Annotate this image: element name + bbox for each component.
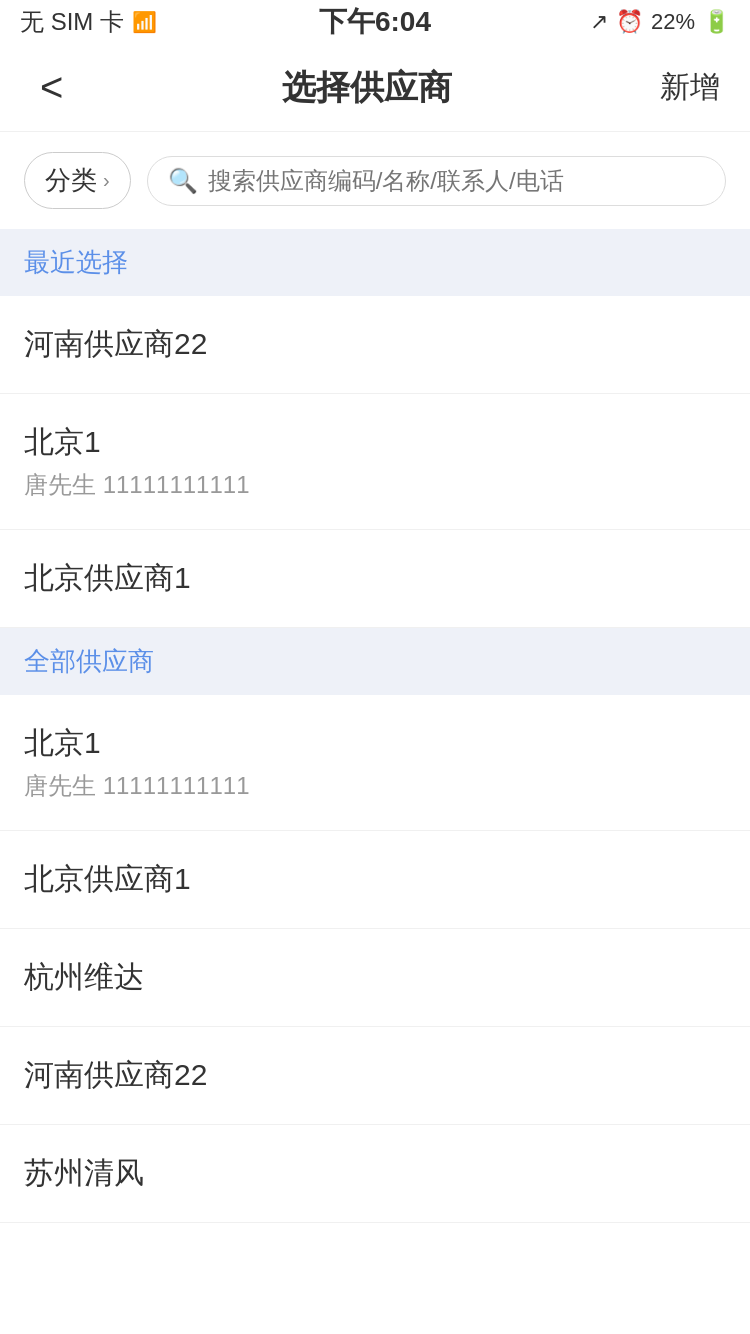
category-button[interactable]: 分类 › bbox=[24, 152, 131, 209]
list-item[interactable]: 杭州维达 bbox=[0, 929, 750, 1027]
all-section-header: 全部供应商 bbox=[0, 628, 750, 695]
item-detail: 唐先生 11111111111 bbox=[24, 770, 726, 802]
status-left: 无 SIM 卡 📶 bbox=[20, 6, 157, 38]
item-name: 北京1 bbox=[24, 723, 726, 764]
wifi-icon: 📶 bbox=[132, 10, 157, 34]
list-item[interactable]: 北京供应商1 bbox=[0, 831, 750, 929]
item-name: 北京1 bbox=[24, 422, 726, 463]
back-icon: < bbox=[40, 65, 63, 109]
add-button[interactable]: 新增 bbox=[660, 67, 720, 108]
sim-label: 无 SIM 卡 bbox=[20, 6, 124, 38]
status-bar: 无 SIM 卡 📶 下午6:04 ↗ ⏰ 22% 🔋 bbox=[0, 0, 750, 44]
status-time: 下午6:04 bbox=[319, 3, 431, 41]
recent-section-header: 最近选择 bbox=[0, 229, 750, 296]
item-name: 杭州维达 bbox=[24, 957, 726, 998]
item-name: 北京供应商1 bbox=[24, 558, 726, 599]
search-input[interactable] bbox=[208, 167, 705, 195]
search-icon: 🔍 bbox=[168, 167, 198, 195]
item-name: 苏州清风 bbox=[24, 1153, 726, 1194]
item-detail: 唐先生 11111111111 bbox=[24, 469, 726, 501]
item-name: 北京供应商1 bbox=[24, 859, 726, 900]
chevron-right-icon: › bbox=[103, 169, 110, 192]
recent-list: 河南供应商22 北京1 唐先生 11111111111 北京供应商1 bbox=[0, 296, 750, 628]
battery-icon: 🔋 bbox=[703, 9, 730, 35]
list-item[interactable]: 河南供应商22 bbox=[0, 296, 750, 394]
list-item[interactable]: 苏州清风 bbox=[0, 1125, 750, 1223]
all-section-label: 全部供应商 bbox=[24, 646, 154, 676]
back-button[interactable]: < bbox=[30, 55, 73, 120]
all-list: 北京1 唐先生 11111111111 北京供应商1 杭州维达河南供应商22 苏州清风 bbox=[0, 695, 750, 1223]
list-item[interactable]: 北京1 唐先生 11111111111 bbox=[0, 695, 750, 831]
alarm-icon: ⏰ bbox=[616, 9, 643, 35]
filter-bar: 分类 › 🔍 bbox=[0, 132, 750, 229]
item-name: 河南供应商22 bbox=[24, 324, 726, 365]
list-item[interactable]: 河南供应商22 bbox=[0, 1027, 750, 1125]
recent-section-label: 最近选择 bbox=[24, 247, 128, 277]
status-right: ↗ ⏰ 22% 🔋 bbox=[590, 9, 730, 35]
nav-bar: < 选择供应商 新增 bbox=[0, 44, 750, 132]
item-name: 河南供应商22 bbox=[24, 1055, 726, 1096]
battery-percent: 22% bbox=[651, 9, 695, 35]
list-item[interactable]: 北京供应商1 bbox=[0, 530, 750, 628]
search-box[interactable]: 🔍 bbox=[147, 156, 726, 206]
category-label: 分类 bbox=[45, 163, 97, 198]
page-title: 选择供应商 bbox=[282, 65, 452, 111]
location-icon: ↗ bbox=[590, 9, 608, 35]
list-item[interactable]: 北京1 唐先生 11111111111 bbox=[0, 394, 750, 530]
